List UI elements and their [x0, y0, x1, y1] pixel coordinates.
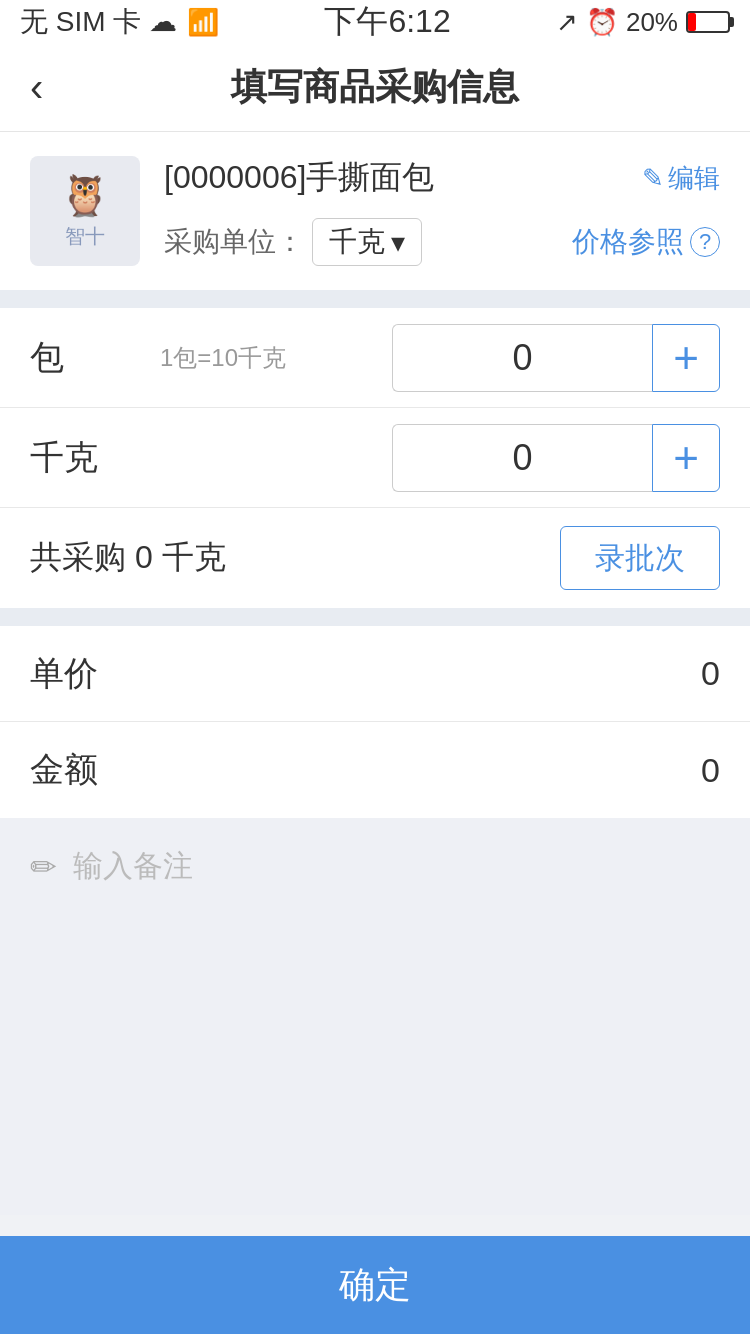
amount-row: 金额 0	[0, 722, 750, 818]
confirm-button[interactable]: 确定	[0, 1236, 750, 1334]
unit-price-value: 0	[701, 654, 720, 693]
edit-icon: ✎	[642, 163, 664, 194]
product-thumbnail: 🦉 智十	[30, 156, 140, 266]
edit-button[interactable]: ✎ 编辑	[642, 161, 720, 196]
product-thumb-label: 智十	[65, 223, 105, 250]
sim-label: 无 SIM 卡 ☁	[20, 3, 177, 41]
unit-select[interactable]: 千克 ▾	[312, 218, 422, 266]
bottom-spacer	[0, 915, 750, 1215]
nav-bar: ‹ 填写商品采购信息	[0, 44, 750, 132]
unit-prefix: 采购单位：	[164, 223, 304, 261]
price-info-section: 单价 0 金额 0	[0, 626, 750, 818]
kg-quantity-input[interactable]	[392, 424, 652, 492]
price-ref-label: 价格参照	[572, 223, 684, 261]
status-bar: 无 SIM 卡 ☁ 📶 下午6:12 ↗ ⏰ 20%	[0, 0, 750, 44]
page-title: 填写商品采购信息	[231, 63, 519, 112]
pencil-icon: ✏	[30, 848, 57, 886]
unit-value: 千克	[329, 223, 385, 261]
unit-price-row: 单价 0	[0, 626, 750, 722]
bao-label: 包	[30, 335, 150, 381]
product-info: [0000006]手撕面包 ✎ 编辑 采购单位： 千克 ▾ 价格参照 ?	[164, 156, 720, 266]
price-ref-icon: ?	[690, 227, 720, 257]
section-divider-2	[0, 608, 750, 626]
bao-input-right: +	[286, 324, 720, 392]
record-batch-button[interactable]: 录批次	[560, 526, 720, 590]
amount-value: 0	[701, 751, 720, 790]
notes-section[interactable]: ✏ 输入备注	[0, 818, 750, 915]
status-left: 无 SIM 卡 ☁ 📶	[20, 3, 219, 41]
quantity-section: 包 1包=10千克 + 千克 +	[0, 308, 750, 508]
back-button[interactable]: ‹	[30, 65, 43, 110]
wifi-icon: 📶	[187, 7, 219, 38]
kg-label: 千克	[30, 435, 150, 481]
confirm-label: 确定	[339, 1261, 411, 1310]
summary-row: 共采购 0 千克 录批次	[0, 508, 750, 608]
location-icon: ↗	[556, 7, 578, 38]
bao-quantity-input[interactable]	[392, 324, 652, 392]
product-name: [0000006]手撕面包	[164, 156, 434, 200]
battery-icon	[686, 11, 730, 33]
product-thumb-icon: 🦉	[60, 172, 110, 219]
alarm-icon: ⏰	[586, 7, 618, 38]
product-name-row: [0000006]手撕面包 ✎ 编辑	[164, 156, 720, 200]
product-card: 🦉 智十 [0000006]手撕面包 ✎ 编辑 采购单位： 千克 ▾ 价格参照 …	[0, 132, 750, 290]
battery-fill	[688, 13, 696, 31]
bao-sublabel: 1包=10千克	[160, 342, 286, 374]
amount-label: 金额	[30, 747, 98, 793]
kg-input-row: 千克 +	[0, 408, 750, 508]
dropdown-icon: ▾	[391, 226, 405, 259]
section-divider-1	[0, 290, 750, 308]
unit-price-label: 单价	[30, 651, 98, 697]
kg-input-right: +	[150, 424, 720, 492]
bao-input-row: 包 1包=10千克 +	[0, 308, 750, 408]
kg-plus-button[interactable]: +	[652, 424, 720, 492]
summary-text: 共采购 0 千克	[30, 536, 226, 580]
edit-label: 编辑	[668, 161, 720, 196]
product-meta-row: 采购单位： 千克 ▾ 价格参照 ?	[164, 218, 720, 266]
status-right: ↗ ⏰ 20%	[556, 7, 730, 38]
notes-placeholder: 输入备注	[73, 846, 193, 887]
status-time: 下午6:12	[324, 0, 450, 44]
bao-plus-button[interactable]: +	[652, 324, 720, 392]
battery-percent: 20%	[626, 7, 678, 38]
unit-label: 采购单位： 千克 ▾	[164, 218, 422, 266]
price-ref-button[interactable]: 价格参照 ?	[572, 223, 720, 261]
